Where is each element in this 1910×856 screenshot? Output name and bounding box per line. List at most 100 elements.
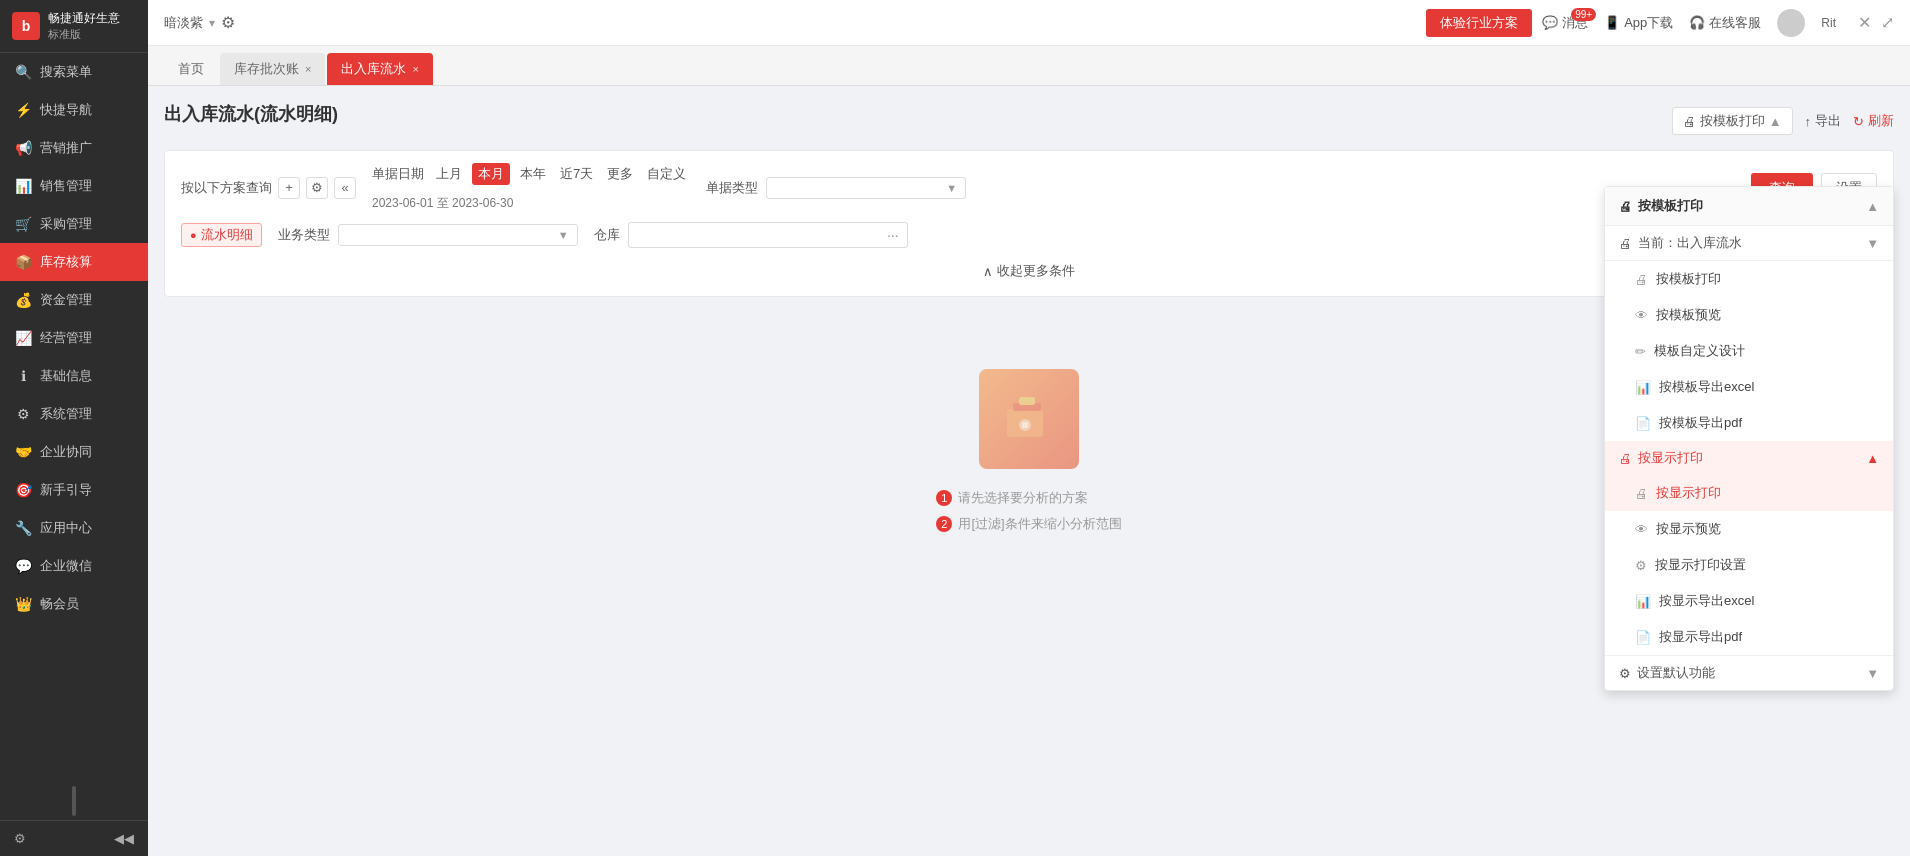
template-design-icon: ✏ — [1635, 344, 1646, 359]
sidebar-item-basic-info[interactable]: ℹ 基础信息 — [0, 357, 148, 395]
display-section-icon: 🖨 — [1619, 451, 1632, 466]
dropdown-footer-text: ⚙ 设置默认功能 — [1619, 664, 1715, 682]
tab-inout-flow[interactable]: 出入库流水 × — [327, 53, 432, 85]
dropdown-item-template-excel[interactable]: 📊 按模板导出excel — [1605, 369, 1893, 405]
sidebar-collapse-icon[interactable]: ◀◀ — [114, 831, 134, 846]
warehouse-select[interactable]: ··· — [628, 222, 908, 248]
page-actions: 🖨 按模板打印 ▲ ↑ 导出 ↻ 刷新 — [1672, 107, 1894, 135]
dropdown-item-display-print[interactable]: 🖨 按显示打印 — [1605, 475, 1893, 511]
template-pdf-icon: 📄 — [1635, 416, 1651, 431]
topbar-user-dropdown-icon[interactable]: ▾ — [209, 16, 215, 30]
sidebar-item-search[interactable]: 🔍 搜索菜单 — [0, 53, 148, 91]
sidebar-logo: b 畅捷通好生意 标准版 — [0, 0, 148, 53]
doc-type-field: 单据类型 ▼ — [706, 177, 966, 199]
svg-rect-2 — [1019, 397, 1035, 405]
sidebar-item-app-center[interactable]: 🔧 应用中心 — [0, 509, 148, 547]
sidebar-item-finance[interactable]: 💰 资金管理 — [0, 281, 148, 319]
date-field-row: 单据日期 上月 本月 本年 近7天 更多 自定义 — [372, 163, 690, 185]
export-button[interactable]: ↑ 导出 — [1805, 112, 1842, 130]
search-icon: 🔍 — [14, 64, 32, 80]
dropdown-item-template-preview[interactable]: 👁 按模板预览 — [1605, 297, 1893, 333]
topbar-app-download[interactable]: 📱 App下载 — [1604, 14, 1673, 32]
tab-inout-flow-close[interactable]: × — [412, 63, 418, 75]
tab-home[interactable]: 首页 — [164, 53, 218, 85]
sidebar-item-quick-nav[interactable]: ⚡ 快捷导航 — [0, 91, 148, 129]
member-icon: 👑 — [14, 596, 32, 612]
dropdown-item-template-design[interactable]: ✏ 模板自定义设计 — [1605, 333, 1893, 369]
dropdown-footer: ⚙ 设置默认功能 ▼ — [1605, 655, 1893, 690]
warehouse-more-icon[interactable]: ··· — [887, 227, 899, 243]
print-template-button[interactable]: 🖨 按模板打印 ▲ — [1672, 107, 1793, 135]
sidebar-item-sales[interactable]: 📊 销售管理 — [0, 167, 148, 205]
date-shortcut-custom[interactable]: 自定义 — [643, 163, 690, 185]
current-icon: 🖨 — [1619, 236, 1632, 251]
dropdown-item-display-preview[interactable]: 👁 按显示预览 — [1605, 511, 1893, 547]
window-controls: ✕ ⤢ — [1858, 13, 1894, 32]
dropdown-display-title: 🖨 按显示打印 — [1619, 449, 1703, 467]
empty-tips: 1 请先选择要分析的方案 2 用[过滤]条件来缩小分析范围 — [936, 485, 1121, 537]
export-icon: ↑ — [1805, 114, 1812, 129]
footer-arrow: ▼ — [1866, 666, 1879, 681]
sidebar-item-purchase[interactable]: 🛒 采购管理 — [0, 205, 148, 243]
sidebar-settings-icon[interactable]: ⚙ — [14, 831, 26, 846]
sidebar-item-system[interactable]: ⚙ 系统管理 — [0, 395, 148, 433]
topbar: 暗淡紫 ▾ ⚙ 体验行业方案 💬 消息 99+ 📱 App下载 🎧 在线客服 R… — [148, 0, 1910, 46]
trial-button[interactable]: 体验行业方案 — [1426, 9, 1532, 37]
sidebar-item-collab[interactable]: 🤝 企业协同 — [0, 433, 148, 471]
refresh-button[interactable]: ↻ 刷新 — [1853, 112, 1894, 130]
message-badge: 99+ — [1571, 8, 1596, 21]
quick-nav-icon: ⚡ — [14, 102, 32, 118]
doc-type-label: 单据类型 — [706, 179, 758, 197]
tab-inventory-batch[interactable]: 库存批次账 × — [220, 53, 325, 85]
dropdown-collapse-arrow[interactable]: ▲ — [1866, 199, 1879, 214]
tab-inventory-batch-close[interactable]: × — [305, 63, 311, 75]
date-shortcut-7days[interactable]: 近7天 — [556, 163, 597, 185]
sidebar-item-tutorial[interactable]: 🎯 新手引导 — [0, 471, 148, 509]
system-icon: ⚙ — [14, 406, 32, 422]
sidebar-scroll-indicator — [0, 782, 148, 820]
dropdown-item-display-excel[interactable]: 📊 按显示导出excel — [1605, 583, 1893, 619]
dropdown-header: 🖨 按模板打印 ▲ — [1605, 187, 1893, 226]
date-range-display: 2023-06-01 至 2023-06-30 — [372, 195, 513, 212]
date-shortcut-this-month[interactable]: 本月 — [472, 163, 510, 185]
scheme-tag-icon: ● — [190, 229, 197, 241]
sidebar-item-inventory[interactable]: 📦 库存核算 — [0, 243, 148, 281]
sidebar-item-weixin[interactable]: 💬 企业微信 — [0, 547, 148, 585]
date-shortcut-last-month[interactable]: 上月 — [432, 163, 466, 185]
window-expand-icon[interactable]: ⤢ — [1881, 13, 1894, 32]
template-excel-icon: 📊 — [1635, 380, 1651, 395]
dropdown-item-display-pdf[interactable]: 📄 按显示导出pdf — [1605, 619, 1893, 655]
sidebar-item-operations[interactable]: 📈 经营管理 — [0, 319, 148, 357]
sidebar-item-member[interactable]: 👑 畅会员 — [0, 585, 148, 623]
topbar-avatar[interactable] — [1777, 9, 1805, 37]
sidebar: b 畅捷通好生意 标准版 🔍 搜索菜单 ⚡ 快捷导航 📢 营销推广 📊 销售管理… — [0, 0, 148, 856]
empty-tip-1: 1 请先选择要分析的方案 — [936, 485, 1121, 511]
add-scheme-button[interactable]: + — [278, 177, 300, 199]
topbar-username-display: Rit — [1821, 16, 1836, 30]
dropdown-item-template-print[interactable]: 🖨 按模板打印 — [1605, 261, 1893, 297]
dropdown-item-display-settings[interactable]: ⚙ 按显示打印设置 — [1605, 547, 1893, 583]
display-section-arrow[interactable]: ▲ — [1866, 451, 1879, 466]
window-close-icon[interactable]: ✕ — [1858, 13, 1871, 32]
collapse-scheme-button[interactable]: « — [334, 177, 356, 199]
topbar-message[interactable]: 💬 消息 99+ — [1542, 14, 1588, 32]
biz-type-field: 业务类型 ▼ — [278, 224, 578, 246]
display-pdf-icon: 📄 — [1635, 630, 1651, 645]
date-shortcut-this-year[interactable]: 本年 — [516, 163, 550, 185]
headset-icon: 🎧 — [1689, 15, 1705, 30]
refresh-icon: ↻ — [1853, 114, 1864, 129]
topbar-customer-service[interactable]: 🎧 在线客服 — [1689, 14, 1761, 32]
print-dropdown-arrow: ▲ — [1769, 114, 1782, 129]
biz-type-select[interactable]: ▼ — [338, 224, 578, 246]
scheme-settings-button[interactable]: ⚙ — [306, 177, 328, 199]
date-shortcut-more[interactable]: 更多 — [603, 163, 637, 185]
dropdown-current-arrow: ▼ — [1866, 236, 1879, 251]
main-area: 暗淡紫 ▾ ⚙ 体验行业方案 💬 消息 99+ 📱 App下载 🎧 在线客服 R… — [148, 0, 1910, 856]
sidebar-item-marketing[interactable]: 📢 营销推广 — [0, 129, 148, 167]
message-icon: 💬 — [1542, 15, 1558, 30]
dropdown-item-template-pdf[interactable]: 📄 按模板导出pdf — [1605, 405, 1893, 441]
warehouse-field: 仓库 ··· — [594, 222, 908, 248]
topbar-settings-icon[interactable]: ⚙ — [221, 13, 235, 32]
doc-type-select[interactable]: ▼ — [766, 177, 966, 199]
tabbar: 首页 库存批次账 × 出入库流水 × — [148, 46, 1910, 86]
